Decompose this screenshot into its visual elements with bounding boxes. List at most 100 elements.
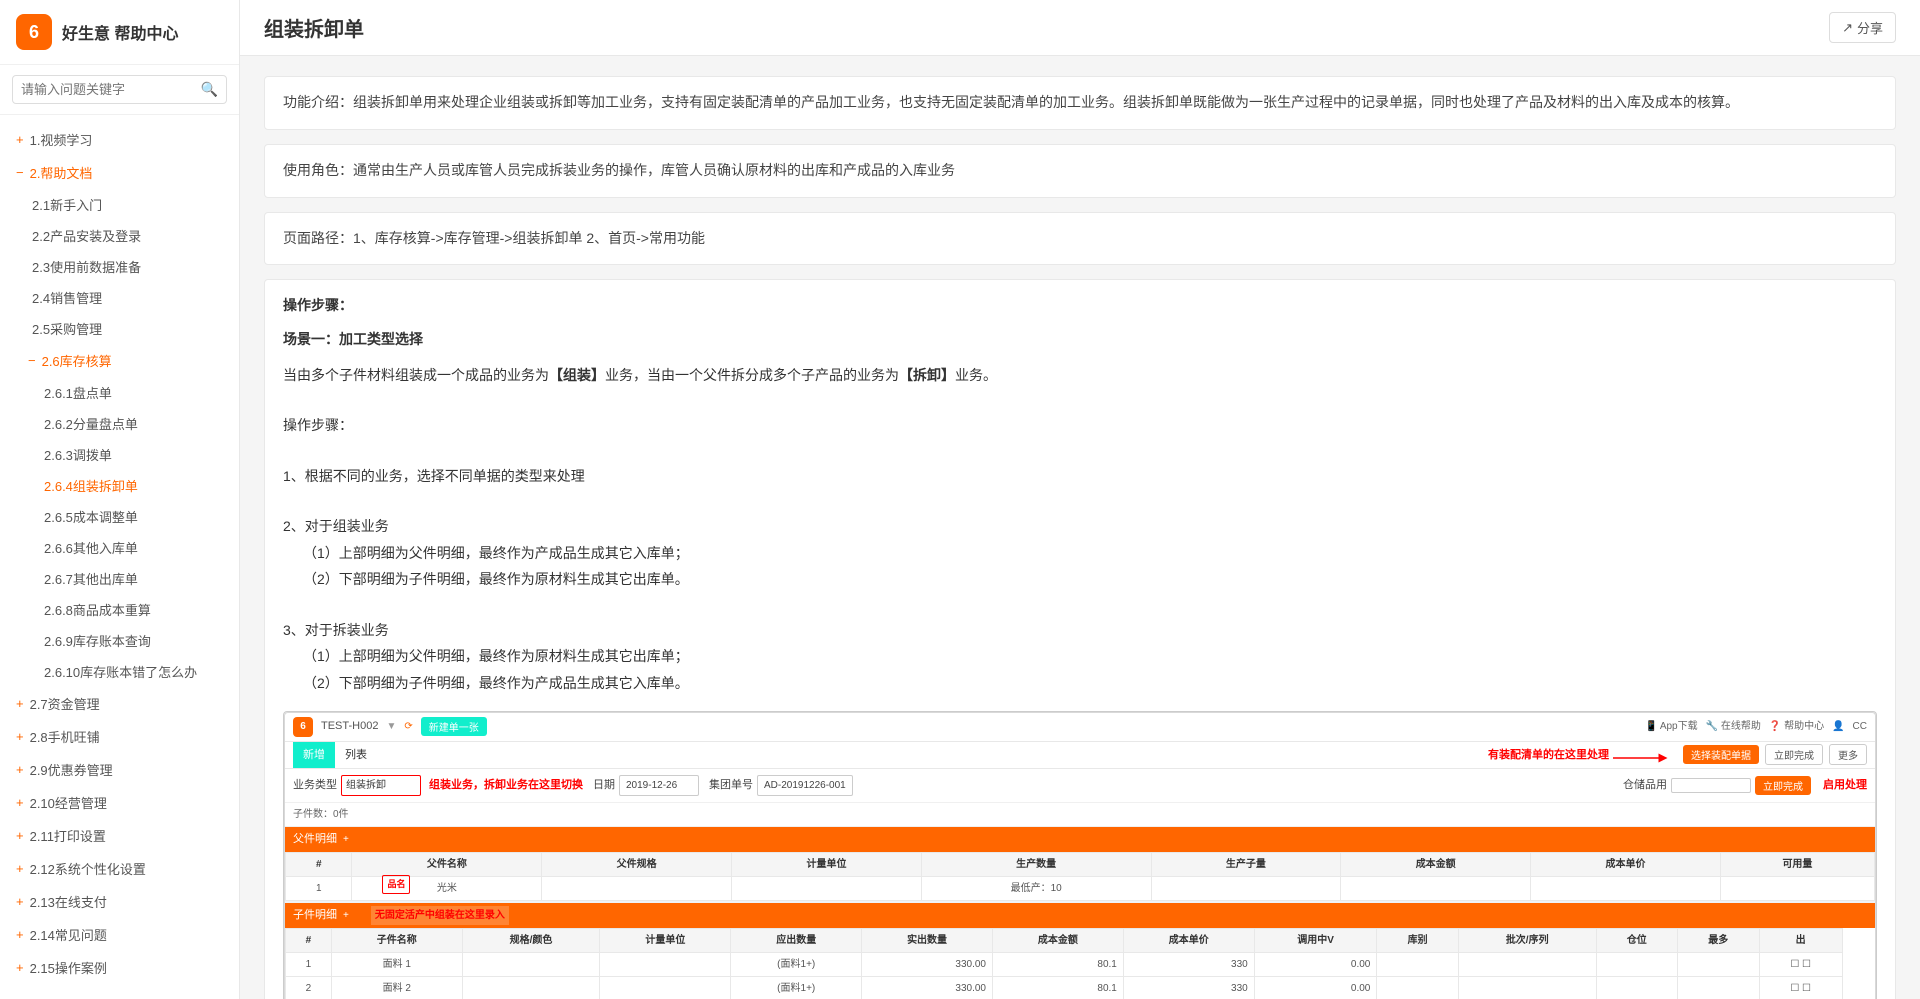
step1: 1、根据不同的业务，选择不同单据的类型来处理 [283,463,1877,490]
sidebar-item-print[interactable]: + 2.11打印设置 [0,819,239,852]
mock-topbar-center: ❓ 帮助中心 [1769,718,1824,735]
mock-topbar-id: TEST-H002 [321,717,378,736]
sidebar-item-assembly[interactable]: 2.6.4组装拆卸单 [0,470,239,501]
mock-tab-new[interactable]: 新增 [293,742,335,769]
mock-field-type-label: 业务类型 [293,776,337,795]
sidebar-item-label: 1.视频学习 [30,130,93,149]
mock-field-date-label: 日期 [593,776,615,795]
logo-area: 6 好生意 帮助中心 [0,0,239,65]
step3-2: （2）下部明细为子件明细，最终作为产成品生成其它入库单。 [303,670,1877,697]
mock-action-area: 有装配清单的在这里处理 选择装配单据 立即完成 更多 [1488,744,1867,765]
share-button[interactable]: ↗ 分享 [1829,12,1896,43]
annotation-enable: 启用处理 [1823,776,1867,795]
cell-cost-price [1531,876,1721,900]
mock-field-store-input[interactable] [1671,778,1751,793]
sidebar-item-video[interactable]: + 1.视频学习 [0,123,239,156]
cell-max [1678,976,1759,999]
sidebar-item-label: 2.12系统个性化设置 [30,859,146,878]
sidebar-item-data-prep[interactable]: 2.3使用前数据准备 [0,251,239,282]
mock-th-prod-qty: 生产数量 [921,852,1151,876]
sidebar-item-personalize[interactable]: + 2.12系统个性化设置 [0,852,239,885]
mock-field-ordernum-value[interactable]: AD-20191226-001 [757,775,853,796]
mock-th2-name: 子件名称 [331,928,462,952]
sidebar-item-stocktake[interactable]: 2.6.1盘点单 [0,377,239,408]
mock-subnum: 子件数：0件 [293,809,349,820]
sidebar-item-newbie[interactable]: 2.1新手入门 [0,189,239,220]
mock-field-type: 业务类型 组装拆卸 组装业务，拆卸业务在这里切换 [293,775,583,796]
cell-cost-amt [1341,876,1531,900]
step2: 2、对于组装业务 [283,513,1877,540]
sidebar-item-docs[interactable]: − 2.帮助文档 [0,156,239,189]
cell-num: 1 [286,876,352,900]
sidebar-item-finance[interactable]: + 2.7资金管理 [0,687,239,720]
step2-2: （2）下部明细为子件明细，最终作为原材料生成其它出库单。 [303,566,1877,593]
cell-name: 面料 1 [331,952,462,976]
mock-topbar: 6 TEST-H002 ▼ ⟳ 新建单一张 📱 App下载 🔧 在线帮助 ❓ 帮… [285,713,1875,742]
sidebar-item-other-in[interactable]: 2.6.6其他入库单 [0,532,239,563]
mock-orange-bar: 父件明细 + [285,827,1875,852]
cell-out-btn[interactable]: ☐ ☐ [1759,952,1842,976]
sidebar-item-label: 2.10经营管理 [30,793,107,812]
top-bar: 组装拆卸单 ↗ 分享 [240,0,1920,56]
sidebar-item-mobile[interactable]: + 2.8手机旺铺 [0,720,239,753]
mock-logo: 6 [293,717,313,737]
expand-icon: + [16,795,24,810]
cell-location [1596,976,1677,999]
sidebar-item-other-out[interactable]: 2.6.7其他出库单 [0,563,239,594]
cell-should-out: (面料1+) [731,976,862,999]
mock-btn-add[interactable]: 新建单一张 [421,717,487,736]
sidebar-item-faq[interactable]: + 2.14常见问题 [0,918,239,951]
cell-actual-out: 330.00 [862,976,993,999]
mock-field-type-value[interactable]: 组装拆卸 [341,775,421,796]
expand-icon: + [16,861,24,876]
sidebar-item-inventory[interactable]: − 2.6库存核算 [0,344,239,377]
mock-th2-batch: 批次/序列 [1458,928,1596,952]
cell-location [1596,952,1677,976]
sidebar-item-label: 2.11打印设置 [30,826,106,845]
sidebar-item-operation[interactable]: + 2.10经营管理 [0,786,239,819]
mock-th2-out: 出 [1759,928,1842,952]
mock-topbar-help: 🔧 在线帮助 [1706,718,1761,735]
steps-label: 操作步骤： [283,412,1877,439]
sidebar-item-payment[interactable]: + 2.13在线支付 [0,885,239,918]
sidebar-item-partial-stocktake[interactable]: 2.6.2分量盘点单 [0,408,239,439]
cell-cost-amt: 80.1 [993,952,1124,976]
cell-out-btn[interactable]: ☐ ☐ [1759,976,1842,999]
sidebar-item-coupon[interactable]: + 2.9优惠券管理 [0,753,239,786]
sidebar-item-ledger-error[interactable]: 2.6.10库存账本错了怎么办 [0,656,239,687]
sidebar-item-cost-adj[interactable]: 2.6.5成本调整单 [0,501,239,532]
search-input-wrap[interactable]: 🔍 [12,75,227,104]
cell-warehouse [1377,976,1458,999]
mock-topbar-app: 📱 App下载 [1645,718,1697,735]
annotation-switch: 组装业务，拆卸业务在这里切换 [429,776,583,795]
mock-dropdown-icon: ▼ [386,718,396,735]
sidebar-item-ledger[interactable]: 2.6.9库存账本查询 [0,625,239,656]
sidebar-item-label: 2.7资金管理 [30,694,100,713]
arrow-svg [1613,748,1673,768]
sidebar-item-cost-recalc[interactable]: 2.6.8商品成本重算 [0,594,239,625]
search-icon[interactable]: 🔍 [201,81,218,98]
mock-btn-more[interactable]: 更多 [1829,744,1867,765]
mock-btn-confirm[interactable]: 立即完成 [1765,744,1823,765]
mock-field-date-value[interactable]: 2019-12-26 [619,775,699,796]
sidebar-item-sales[interactable]: 2.4销售管理 [0,282,239,313]
mock-screen: 6 TEST-H002 ▼ ⟳ 新建单一张 📱 App下载 🔧 在线帮助 ❓ 帮… [284,712,1876,999]
mock-subnum-row: 子件数：0件 [285,803,1875,827]
cell-num: 1 [286,952,332,976]
sidebar-item-cases[interactable]: + 2.15操作案例 [0,951,239,984]
mock-field-store-label: 仓储品用 [1623,776,1667,795]
mock-tab-list[interactable]: 列表 [335,742,377,769]
sidebar-item-purchase[interactable]: 2.5采购管理 [0,313,239,344]
intro-box-2: 使用角色：通常由生产人员或库管人员完成拆装业务的操作，库管人员确认原材料的出库和… [264,144,1896,198]
table-row: 2 面料 2 (面料1+) 330.00 80.1 330 0.00 [286,976,1875,999]
cell-sub-qty [1151,876,1341,900]
sidebar-item-label: 2.14常见问题 [30,925,107,944]
mock-topbar-right: 📱 App下载 🔧 在线帮助 ❓ 帮助中心 👤 CC [1645,718,1867,735]
nav-list: + 1.视频学习 − 2.帮助文档 2.1新手入门 2.2产品安装及登录 2.3… [0,115,239,999]
sidebar-item-transfer[interactable]: 2.6.3调拨单 [0,439,239,470]
search-input[interactable] [21,82,201,97]
sidebar-item-install[interactable]: 2.2产品安装及登录 [0,220,239,251]
mock-btn-choose-assembly[interactable]: 选择装配单据 [1683,745,1759,764]
mock-btn-complete[interactable]: 立即完成 [1755,776,1811,795]
mock-topbar-user: 👤 [1832,718,1844,735]
